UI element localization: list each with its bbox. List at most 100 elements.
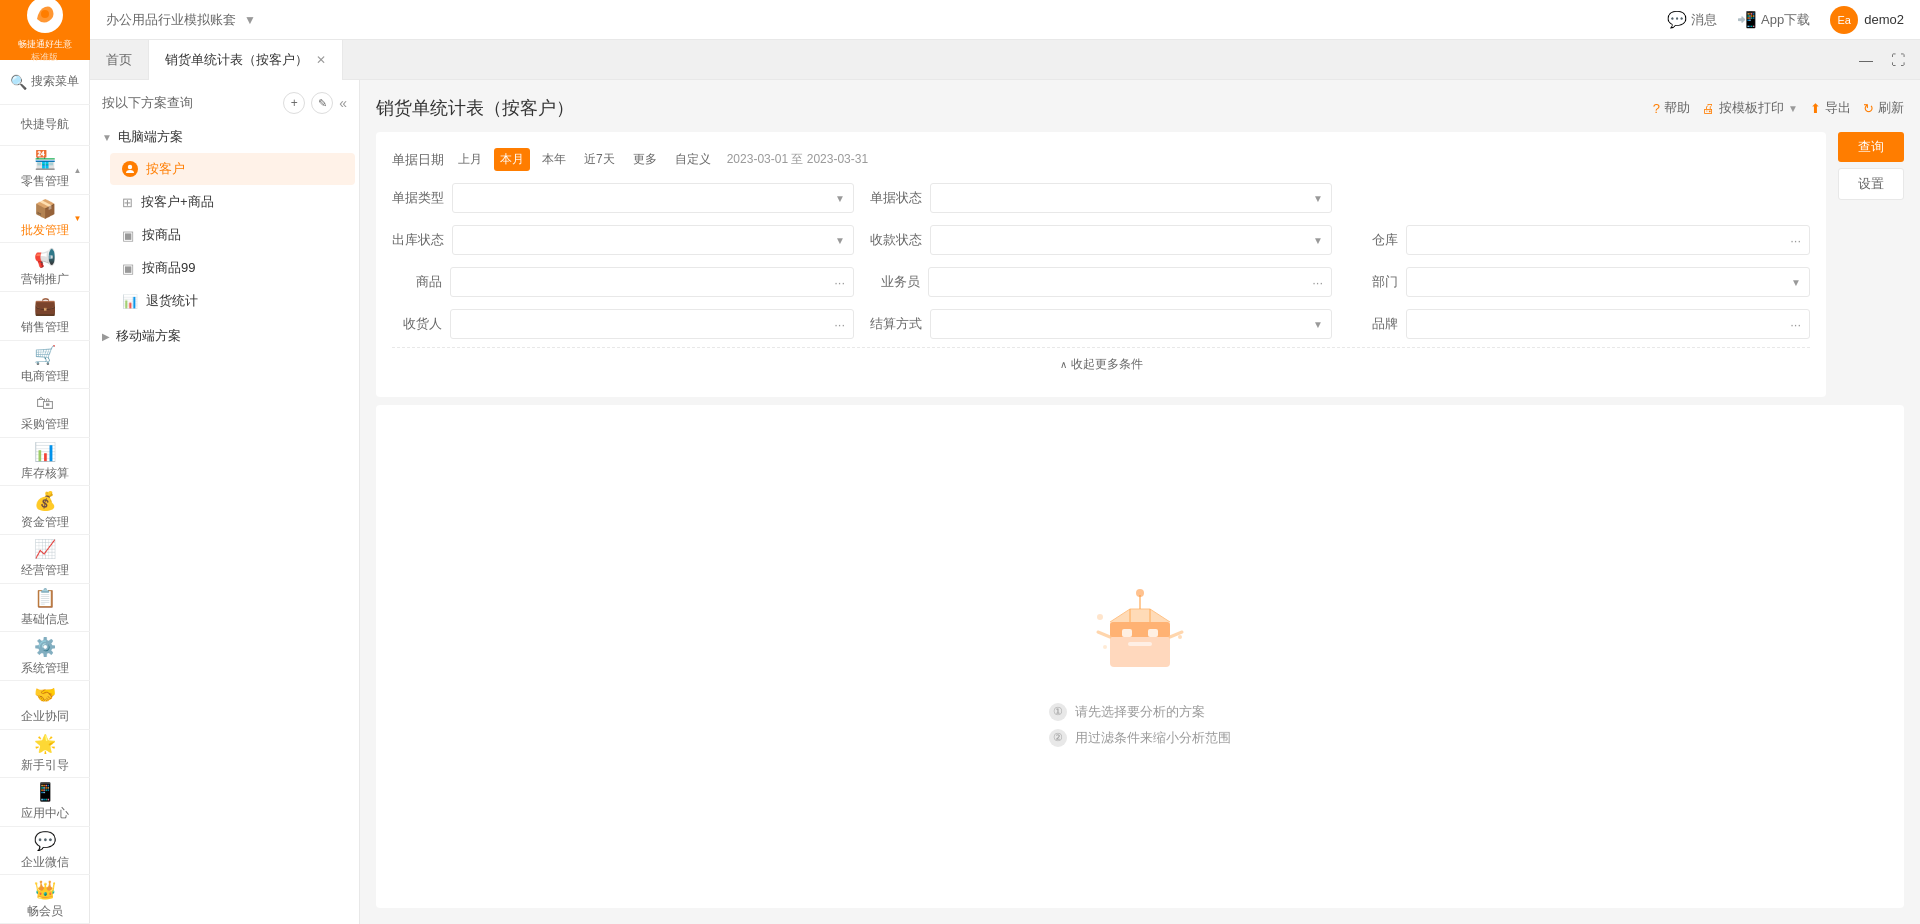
add-scheme-btn[interactable]: + bbox=[283, 92, 305, 114]
tree-arrow-desktop: ▼ bbox=[102, 132, 112, 143]
export-btn[interactable]: ⬆ 导出 bbox=[1810, 99, 1851, 117]
sidebar-logo[interactable]: 畅捷通好生意 标准版 bbox=[0, 0, 90, 60]
sidebar-item-sales[interactable]: 💼 销售管理 bbox=[0, 292, 90, 341]
dept-select[interactable]: ▼ bbox=[1406, 267, 1810, 297]
app-title: 办公用品行业模拟账套 bbox=[106, 11, 236, 29]
brand-input[interactable]: ··· bbox=[1406, 309, 1810, 339]
sidebar-item-system[interactable]: ⚙️ 系统管理 bbox=[0, 632, 90, 681]
edit-scheme-btn[interactable]: ✎ bbox=[311, 92, 333, 114]
tree-group-mobile[interactable]: ▶ 移动端方案 bbox=[90, 321, 359, 351]
operation-icon: 📈 bbox=[34, 538, 56, 560]
sidebar-item-member[interactable]: 👑 畅会员 bbox=[0, 875, 90, 924]
empty-hint-1: ① 请先选择要分析的方案 bbox=[1049, 703, 1231, 721]
scheme-by-product-99[interactable]: ▣ 按商品99 bbox=[110, 252, 355, 284]
brand-dots: ··· bbox=[1790, 317, 1801, 332]
tab-minimize-btn[interactable]: — bbox=[1852, 46, 1880, 74]
finance-icon: 💰 bbox=[34, 490, 56, 512]
sidebar-sales-label: 销售管理 bbox=[21, 319, 69, 336]
user-name: demo2 bbox=[1864, 12, 1904, 27]
refresh-btn[interactable]: ↻ 刷新 bbox=[1863, 99, 1904, 117]
query-btn[interactable]: 查询 bbox=[1838, 132, 1904, 162]
sidebar-item-purchase[interactable]: 🛍 采购管理 bbox=[0, 389, 90, 438]
sidebar-item-basic[interactable]: 📋 基础信息 bbox=[0, 584, 90, 633]
tab-close-btn[interactable]: ✕ bbox=[316, 53, 326, 67]
scheme-by-customer-product[interactable]: ⊞ 按客户+商品 bbox=[110, 186, 355, 218]
product-input[interactable]: ··· bbox=[450, 267, 854, 297]
filter-warehouse: 仓库 ··· bbox=[1348, 225, 1810, 255]
print-btn[interactable]: 🖨 按模板打印 ▼ bbox=[1702, 99, 1798, 117]
consignee-input[interactable]: ··· bbox=[450, 309, 854, 339]
doc-type-select[interactable]: ▼ bbox=[452, 183, 854, 213]
out-status-select[interactable]: ▼ bbox=[452, 225, 854, 255]
ecommerce-icon: 🛒 bbox=[34, 344, 56, 366]
doc-status-select[interactable]: ▼ bbox=[930, 183, 1332, 213]
help-label: 帮助 bbox=[1664, 99, 1690, 117]
pay-status-select[interactable]: ▼ bbox=[930, 225, 1332, 255]
collapse-icon: « bbox=[339, 95, 347, 111]
sidebar-item-appcenter[interactable]: 📱 应用中心 bbox=[0, 778, 90, 827]
tree-group-desktop[interactable]: ▼ 电脑端方案 bbox=[90, 122, 359, 152]
scheme-by-customer[interactable]: 按客户 bbox=[110, 153, 355, 185]
sidebar-item-marketing[interactable]: 📢 营销推广 bbox=[0, 243, 90, 292]
svg-point-12 bbox=[1136, 589, 1144, 597]
wxbiz-icon: 💬 bbox=[34, 830, 56, 852]
refresh-icon: ↻ bbox=[1863, 101, 1874, 116]
sales-icon: 💼 bbox=[34, 295, 56, 317]
header-dropdown-arrow[interactable]: ▼ bbox=[244, 13, 256, 27]
collapse-panel-btn[interactable]: « bbox=[339, 95, 347, 111]
sidebar-item-finance[interactable]: 💰 资金管理 bbox=[0, 486, 90, 535]
collapse-row[interactable]: ∧ 收起更多条件 bbox=[392, 347, 1810, 381]
sidebar-member-label: 畅会员 bbox=[27, 903, 63, 920]
date-btn-7days[interactable]: 近7天 bbox=[578, 148, 621, 171]
help-btn[interactable]: ? 帮助 bbox=[1653, 99, 1690, 117]
date-btn-this-year[interactable]: 本年 bbox=[536, 148, 572, 171]
empty-state: ① 请先选择要分析的方案 ② 用过滤条件来缩小分析范围 bbox=[376, 405, 1904, 908]
salesperson-input[interactable]: ··· bbox=[928, 267, 1332, 297]
date-range-display: 2023-03-01 至 2023-03-31 bbox=[727, 151, 868, 168]
product-label: 商品 bbox=[392, 273, 442, 291]
sidebar-item-newbie[interactable]: 🌟 新手引导 bbox=[0, 730, 90, 779]
svg-rect-4 bbox=[1110, 622, 1170, 637]
sidebar-shortcut[interactable]: 快捷导航 bbox=[0, 105, 90, 146]
salesperson-dots: ··· bbox=[1312, 275, 1323, 290]
warehouse-dots: ··· bbox=[1790, 233, 1801, 248]
sidebar-item-operation[interactable]: 📈 经营管理 bbox=[0, 535, 90, 584]
app-download-btn[interactable]: 📲 App下载 bbox=[1737, 10, 1810, 29]
sidebar-item-collab[interactable]: 🤝 企业协同 bbox=[0, 681, 90, 730]
user-avatar-text: Ea bbox=[1838, 14, 1851, 26]
tab-home[interactable]: 首页 bbox=[90, 40, 149, 80]
settlement-select[interactable]: ▼ bbox=[930, 309, 1332, 339]
tab-expand-btn[interactable]: ⛶ bbox=[1884, 46, 1912, 74]
date-btn-more[interactable]: 更多 bbox=[627, 148, 663, 171]
tab-sales-stat[interactable]: 销货单统计表（按客户） ✕ bbox=[149, 40, 343, 80]
tree-group-desktop-label: 电脑端方案 bbox=[118, 128, 183, 146]
sidebar-item-wholesale[interactable]: 📦 批发管理 bbox=[0, 195, 90, 244]
sidebar-item-retail[interactable]: 🏪 零售管理 bbox=[0, 146, 90, 195]
date-btn-this-month[interactable]: 本月 bbox=[494, 148, 530, 171]
wholesale-icon: 📦 bbox=[34, 198, 56, 220]
collapse-text: 收起更多条件 bbox=[1071, 356, 1143, 373]
header-right: 💬 消息 📲 App下载 Ea demo2 bbox=[1667, 6, 1904, 34]
sidebar-item-wxbiz[interactable]: 💬 企业微信 bbox=[0, 827, 90, 876]
scheme-by-product[interactable]: ▣ 按商品 bbox=[110, 219, 355, 251]
filter-wrapper: 单据日期 上月 本月 本年 近7天 更多 自定义 2023-03-01 至 20… bbox=[376, 132, 1904, 405]
scheme-returns-stat[interactable]: 📊 退货统计 bbox=[110, 285, 355, 317]
sidebar-collab-label: 企业协同 bbox=[21, 708, 69, 725]
sidebar-search[interactable]: 🔍 搜索菜单 bbox=[0, 60, 90, 105]
sidebar-ecommerce-label: 电商管理 bbox=[21, 368, 69, 385]
user-profile[interactable]: Ea demo2 bbox=[1830, 6, 1904, 34]
tab-controls: — ⛶ bbox=[1852, 46, 1920, 74]
messages-btn[interactable]: 💬 消息 bbox=[1667, 10, 1717, 29]
settings-btn[interactable]: 设置 bbox=[1838, 168, 1904, 200]
refresh-label: 刷新 bbox=[1878, 99, 1904, 117]
doc-status-arrow: ▼ bbox=[1313, 193, 1323, 204]
sidebar: 畅捷通好生意 标准版 🔍 搜索菜单 快捷导航 🏪 零售管理 📦 批发管理 📢 营… bbox=[0, 0, 90, 924]
date-btn-last-month[interactable]: 上月 bbox=[452, 148, 488, 171]
warehouse-input[interactable]: ··· bbox=[1406, 225, 1810, 255]
sidebar-item-ecommerce[interactable]: 🛒 电商管理 bbox=[0, 341, 90, 390]
sidebar-item-inventory[interactable]: 📊 库存核算 bbox=[0, 438, 90, 487]
date-btn-custom[interactable]: 自定义 bbox=[669, 148, 717, 171]
brand-label: 品牌 bbox=[1348, 315, 1398, 333]
sidebar-wxbiz-label: 企业微信 bbox=[21, 854, 69, 871]
svg-rect-7 bbox=[1128, 642, 1152, 646]
